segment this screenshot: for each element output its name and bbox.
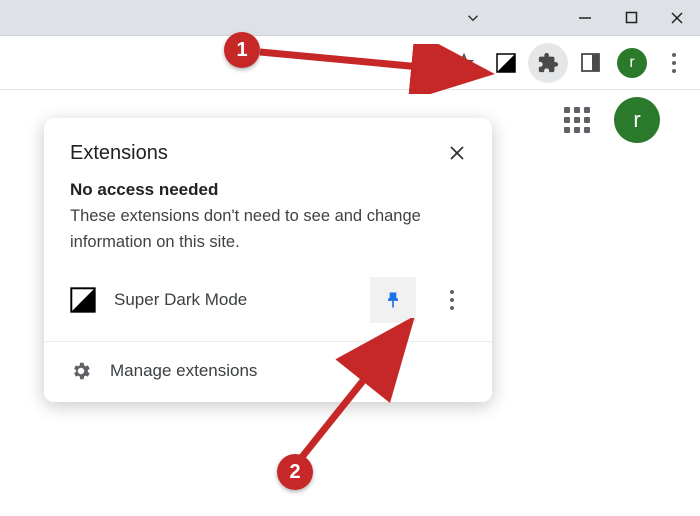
chrome-menu-icon[interactable] bbox=[654, 43, 694, 83]
annotation-badge-1: 1 bbox=[224, 32, 260, 68]
popup-section-title: No access needed bbox=[70, 180, 466, 200]
profile-avatar-small[interactable]: r bbox=[612, 43, 652, 83]
window-maximize-button[interactable] bbox=[608, 0, 654, 36]
annotation-arrow-1 bbox=[256, 44, 496, 94]
window-titlebar bbox=[0, 0, 700, 36]
side-panel-icon[interactable] bbox=[570, 43, 610, 83]
extensions-puzzle-icon[interactable] bbox=[528, 43, 568, 83]
tab-search-chevron-icon[interactable] bbox=[450, 0, 496, 36]
gear-icon bbox=[70, 360, 92, 382]
pin-icon bbox=[383, 290, 403, 310]
extension-name: Super Dark Mode bbox=[114, 290, 352, 310]
extension-more-menu[interactable] bbox=[434, 282, 470, 318]
profile-avatar-large[interactable]: r bbox=[614, 97, 660, 143]
window-close-button[interactable] bbox=[654, 0, 700, 36]
pin-extension-button[interactable] bbox=[370, 277, 416, 323]
annotation-badge-2: 2 bbox=[277, 454, 313, 490]
window-minimize-button[interactable] bbox=[562, 0, 608, 36]
popup-close-button[interactable] bbox=[444, 140, 470, 166]
manage-extensions-label: Manage extensions bbox=[110, 361, 257, 381]
extension-app-icon bbox=[70, 287, 96, 313]
popup-section-description: These extensions don't need to see and c… bbox=[70, 204, 466, 255]
annotation-arrow-2 bbox=[292, 318, 432, 468]
popup-title: Extensions bbox=[70, 142, 168, 165]
google-apps-icon[interactable] bbox=[564, 107, 590, 133]
avatar: r bbox=[617, 48, 647, 78]
